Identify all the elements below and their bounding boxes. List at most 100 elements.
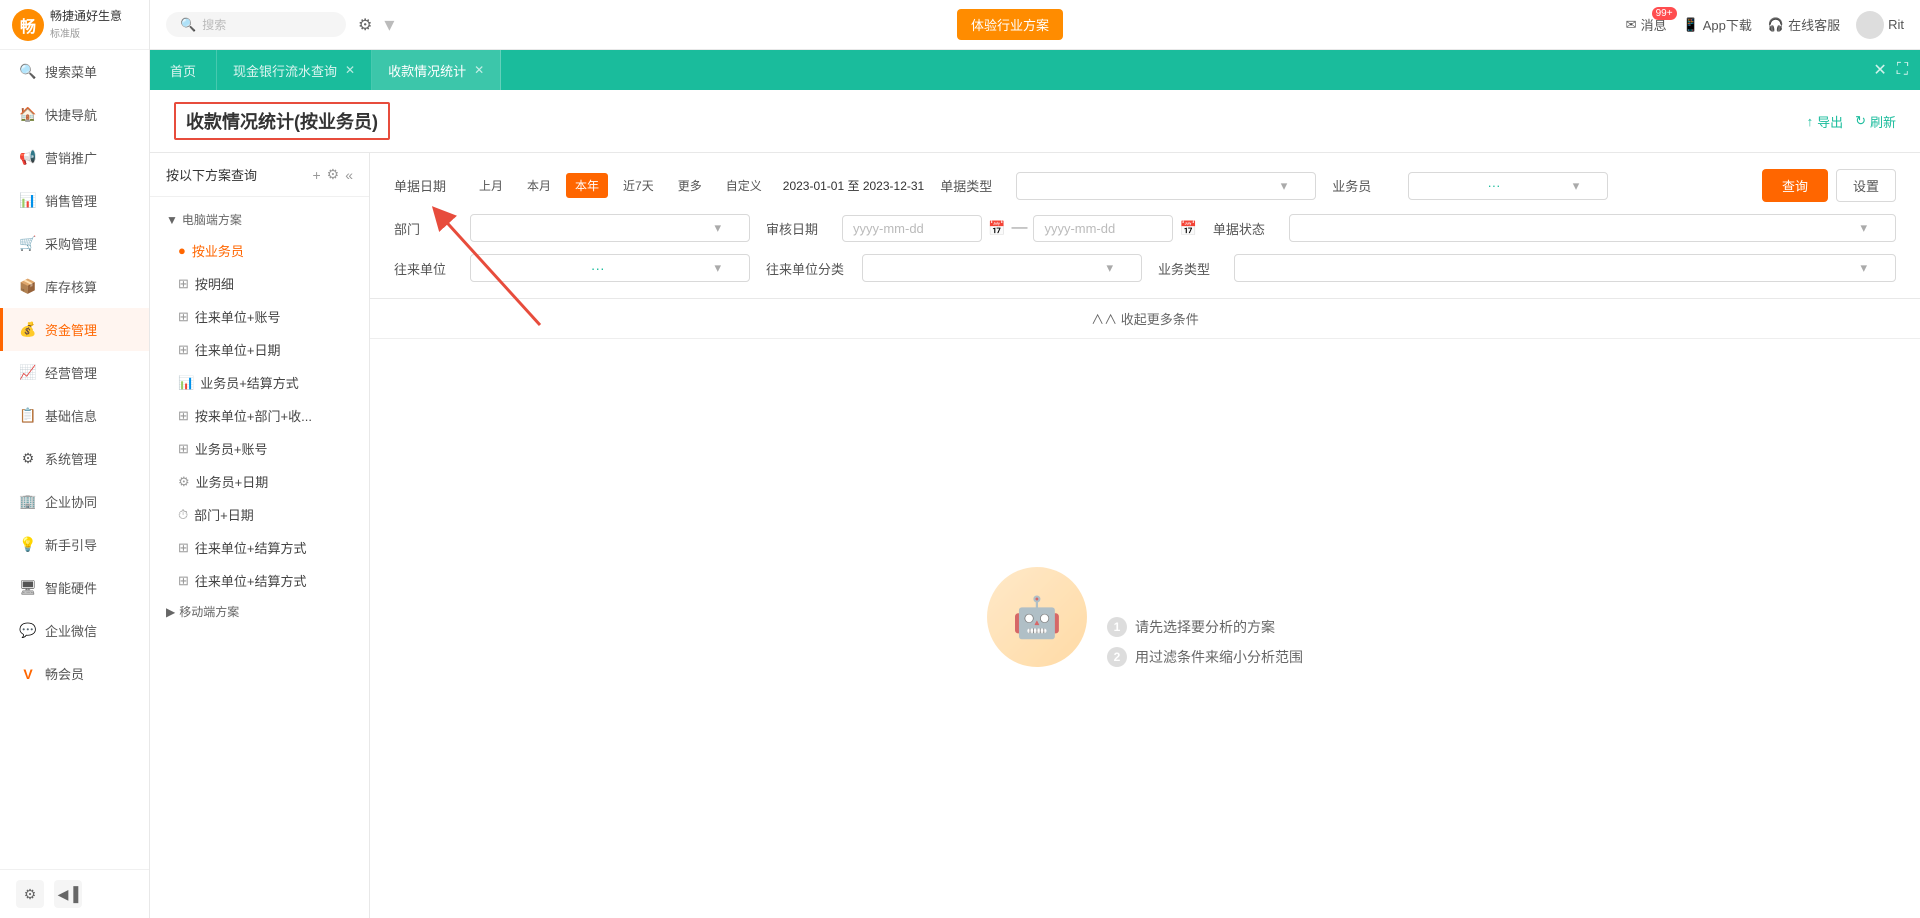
sidebar-item-smart-hw[interactable]: 🖥 智能硬件 <box>0 566 149 609</box>
shortcut-custom[interactable]: 自定义 <box>717 173 771 198</box>
panel-header-actions: + ⚙ « <box>312 166 353 183</box>
partner-date-icon: ⊞ <box>178 342 189 358</box>
tab-home[interactable]: 首页 <box>150 50 217 90</box>
doc-status-label: 单据状态 <box>1213 219 1273 238</box>
scheme-item-partner-account[interactable]: ⊞ 往来单位+账号 <box>150 300 369 333</box>
audit-start-input[interactable]: yyyy-mm-dd <box>842 215 982 242</box>
sidebar-item-label: 系统管理 <box>45 449 97 468</box>
scheme-item-salesperson-date[interactable]: ⚙ 业务员+日期 <box>150 465 369 498</box>
empty-content: 🤖 1 请先选择要分析的方案 2 用过滤条件来缩小分析范围 <box>987 567 1303 667</box>
tab-receipt-stat-label: 收款情况统计 <box>388 61 466 80</box>
salesperson-label: 业务员 <box>1332 176 1392 195</box>
tab-bank-flow-close[interactable]: ✕ <box>345 63 355 77</box>
audit-end-input[interactable]: yyyy-mm-dd <box>1033 215 1173 242</box>
scheme-item-by-mingxi[interactable]: ⊞ 按明细 <box>150 267 369 300</box>
topbar-settings-icon[interactable]: ⚙ <box>358 15 372 35</box>
topbar-search-box[interactable]: 🔍 搜索 <box>166 12 346 37</box>
step-num-1: 1 <box>1107 617 1127 637</box>
panel-add-icon[interactable]: + <box>312 167 320 183</box>
audit-date-label: 审核日期 <box>766 219 826 238</box>
shortcut-this-year[interactable]: 本年 <box>566 173 608 198</box>
tab-bank-flow[interactable]: 现金银行流水查询 ✕ <box>217 50 372 90</box>
base-info-icon: 📋 <box>19 407 37 425</box>
salesperson-ellipsis[interactable]: ··· <box>1487 178 1500 193</box>
sidebar-item-wechat[interactable]: 💬 企业微信 <box>0 609 149 652</box>
panel-collapse-icon[interactable]: « <box>345 167 353 183</box>
shortcut-7days[interactable]: 近7天 <box>614 173 663 198</box>
doc-status-select[interactable]: ▾ <box>1289 214 1896 242</box>
tab-receipt-stat[interactable]: 收款情况统计 ✕ <box>372 50 501 90</box>
salesperson-select[interactable]: ··· ▾ <box>1408 172 1608 200</box>
sidebar-item-guide[interactable]: 💡 新手引导 <box>0 523 149 566</box>
group-expand-icon: ▼ <box>166 213 178 227</box>
scheme-item-salesperson-account[interactable]: ⊞ 业务员+账号 <box>150 432 369 465</box>
sidebar-item-operation[interactable]: 📈 经营管理 <box>0 351 149 394</box>
page-title: 收款情况统计(按业务员) <box>186 112 378 132</box>
collapse-more-btn[interactable]: ∧∧ 收起更多条件 <box>370 299 1920 339</box>
sidebar-item-quick-nav[interactable]: 🏠 快捷导航 <box>0 93 149 136</box>
wechat-icon: 💬 <box>19 622 37 640</box>
sidebar-item-sales[interactable]: 📊 销售管理 <box>0 179 149 222</box>
app-download-button[interactable]: 📱 App下载 <box>1683 15 1752 34</box>
sidebar-item-enterprise[interactable]: 🏢 企业协同 <box>0 480 149 523</box>
sidebar-item-search-menu[interactable]: 🔍 搜索菜单 <box>0 50 149 93</box>
group-expand-icon-mobile: ▶ <box>166 605 175 619</box>
message-button[interactable]: ✉ 消息 99+ <box>1626 15 1667 34</box>
scheme-item-by-partner-dept[interactable]: ⊞ 按来单位+部门+收... <box>150 399 369 432</box>
tab-fullscreen-icon[interactable]: ⛶ <box>1897 61 1908 79</box>
doc-type-select[interactable]: ▾ <box>1016 172 1316 200</box>
sidebar-item-member[interactable]: V 畅会员 <box>0 652 149 695</box>
sidebar-item-label: 库存核算 <box>45 277 97 296</box>
doc-type-label: 单据类型 <box>940 176 1000 195</box>
sidebar-collapse-button[interactable]: ◀▐ <box>54 880 82 908</box>
scheme-item-label: 往来单位+日期 <box>195 340 281 359</box>
partner-settle1-icon: ⊞ <box>178 540 189 556</box>
panel-settings-icon[interactable]: ⚙ <box>327 166 340 183</box>
scheme-item-partner-date[interactable]: ⊞ 往来单位+日期 <box>150 333 369 366</box>
sidebar-item-purchase[interactable]: 🛒 采购管理 <box>0 222 149 265</box>
search-icon: 🔍 <box>180 17 196 33</box>
audit-end-cal-icon[interactable]: 📅 <box>1179 220 1196 237</box>
shortcut-last-month[interactable]: 上月 <box>470 173 512 198</box>
sidebar-item-marketing[interactable]: 📢 营销推广 <box>0 136 149 179</box>
export-button[interactable]: ↑ 导出 <box>1807 112 1844 131</box>
topbar: 🔍 搜索 ⚙ ▾ 体验行业方案 ✉ 消息 99+ 📱 App下载 🎧 在线客服 <box>150 0 1920 50</box>
refresh-button[interactable]: ↻ 刷新 <box>1855 112 1896 131</box>
sidebar-item-system[interactable]: ⚙ 系统管理 <box>0 437 149 480</box>
page-content: 收款情况统计(按业务员) ↑ 导出 ↻ 刷新 按以下方案查询 <box>150 90 1920 918</box>
biz-type-select[interactable]: ▾ <box>1234 254 1896 282</box>
scheme-item-partner-settle2[interactable]: ⊞ 往来单位+结算方式 <box>150 564 369 597</box>
logo-text: 畅捷通好生意 <box>50 9 122 25</box>
topbar-divider: ▾ <box>384 12 394 37</box>
counterpart-select[interactable]: ··· ▾ <box>470 254 750 282</box>
audit-start-cal-icon[interactable]: 📅 <box>988 220 1005 237</box>
member-icon: V <box>19 665 37 683</box>
tab-close-all-icon[interactable]: ✕ <box>1873 60 1886 80</box>
dept-select[interactable]: ▾ <box>470 214 750 242</box>
counterpart-dots[interactable]: ··· <box>591 260 605 276</box>
scheme-item-dept-date[interactable]: ⏱ 部门+日期 <box>150 498 369 531</box>
settings-button[interactable]: 设置 <box>1836 169 1896 202</box>
sidebar-item-inventory[interactable]: 📦 库存核算 <box>0 265 149 308</box>
collapse-text: 收起更多条件 <box>1121 312 1199 327</box>
counterpart-class-select[interactable]: ▾ <box>862 254 1142 282</box>
online-service-button[interactable]: 🎧 在线客服 <box>1768 15 1840 34</box>
sidebar-item-label: 资金管理 <box>45 320 97 339</box>
sidebar-item-base-info[interactable]: 📋 基础信息 <box>0 394 149 437</box>
scheme-group-mobile[interactable]: ▶ 移动端方案 <box>150 597 369 626</box>
sidebar-item-capital[interactable]: 💰 资金管理 <box>0 308 149 351</box>
capital-icon: 💰 <box>19 321 37 339</box>
trial-btn[interactable]: 体验行业方案 <box>957 9 1063 40</box>
scheme-item-partner-settle1[interactable]: ⊞ 往来单位+结算方式 <box>150 531 369 564</box>
shortcut-this-month[interactable]: 本月 <box>518 173 560 198</box>
search-menu-icon: 🔍 <box>19 63 37 81</box>
scheme-item-by-salesperson[interactable]: ● 按业务员 <box>150 234 369 267</box>
scheme-group-desktop[interactable]: ▼ 电脑端方案 <box>150 205 369 234</box>
scheme-item-salesperson-settle[interactable]: 📊 业务员+结算方式 <box>150 366 369 399</box>
query-button[interactable]: 查询 <box>1762 169 1828 202</box>
sidebar-nav: 🔍 搜索菜单 🏠 快捷导航 📢 营销推广 📊 销售管理 🛒 采购管理 📦 库存核… <box>0 50 149 869</box>
shortcut-more[interactable]: 更多 <box>669 173 711 198</box>
sidebar-settings-button[interactable]: ⚙ <box>16 880 44 908</box>
user-avatar[interactable]: Rit <box>1856 11 1904 39</box>
tab-receipt-stat-close[interactable]: ✕ <box>474 63 484 77</box>
